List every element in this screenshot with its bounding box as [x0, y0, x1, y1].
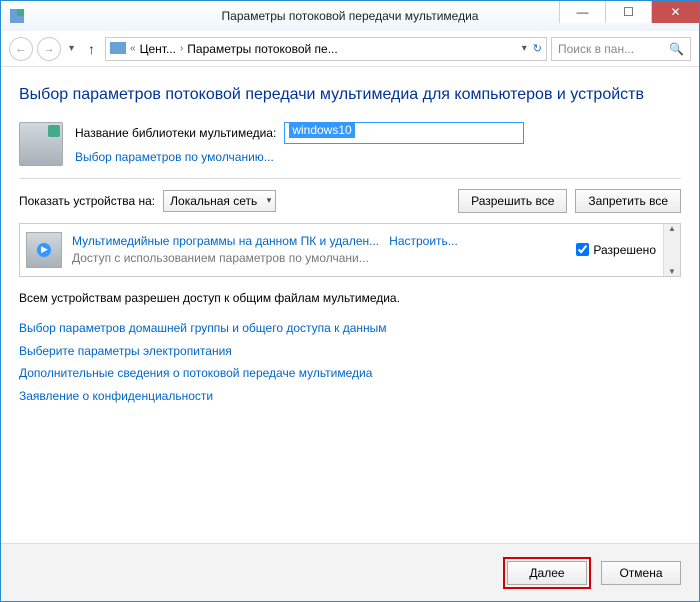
show-devices-label: Показать устройства на: — [19, 194, 155, 208]
nav-toolbar: ← → ▾ ↑ « Цент... › Параметры потоковой … — [1, 31, 699, 67]
cancel-button[interactable]: Отмена — [601, 561, 681, 585]
chevron-right-icon: › — [178, 43, 185, 54]
related-links: Выбор параметров домашней группы и общег… — [19, 317, 681, 408]
allow-all-button[interactable]: Разрешить все — [458, 189, 567, 213]
search-icon: 🔍 — [669, 42, 684, 56]
page-heading: Выбор параметров потоковой передачи муль… — [19, 85, 681, 106]
power-link[interactable]: Выберите параметры электропитания — [19, 340, 681, 363]
forward-button[interactable]: → — [37, 37, 61, 61]
device-row[interactable]: Мультимедийные программы на данном ПК и … — [72, 233, 566, 267]
scrollbar[interactable]: ▲▼ — [663, 224, 680, 276]
show-devices-row: Показать устройства на: Локальная сеть Р… — [19, 189, 681, 213]
device-name: Мультимедийные программы на данном ПК и … — [72, 234, 379, 248]
breadcrumb-item[interactable]: Цент... — [140, 42, 176, 56]
title-bar: Параметры потоковой передачи мультимедиа… — [1, 1, 699, 31]
homegroup-link[interactable]: Выбор параметров домашней группы и общег… — [19, 317, 681, 340]
library-name-input[interactable]: windows10 — [284, 122, 524, 144]
info-link[interactable]: Дополнительные сведения о потоковой пере… — [19, 362, 681, 385]
address-bar[interactable]: « Цент... › Параметры потоковой пе... ▾ … — [105, 37, 547, 61]
network-select[interactable]: Локальная сеть — [163, 190, 276, 212]
app-icon — [9, 8, 25, 24]
divider — [19, 178, 681, 179]
footer-bar: Далее Отмена — [1, 543, 699, 601]
status-text: Всем устройствам разрешен доступ к общим… — [19, 291, 681, 305]
scroll-up-icon: ▲ — [668, 224, 676, 233]
device-list: Мультимедийные программы на данном ПК и … — [19, 223, 681, 277]
minimize-button[interactable]: — — [559, 1, 605, 23]
content-area: Выбор параметров потоковой передачи муль… — [1, 67, 699, 408]
allowed-checkbox[interactable] — [576, 243, 589, 256]
scroll-down-icon: ▼ — [668, 267, 676, 276]
breadcrumb-item[interactable]: Параметры потоковой пе... — [187, 42, 337, 56]
search-input[interactable]: Поиск в пан... 🔍 — [551, 37, 691, 61]
block-all-button[interactable]: Запретить все — [575, 189, 681, 213]
next-button[interactable]: Далее — [507, 561, 587, 585]
back-button[interactable]: ← — [9, 37, 33, 61]
folder-icon — [110, 40, 126, 57]
maximize-button[interactable]: ☐ — [605, 1, 651, 23]
device-desc: Доступ с использованием параметров по ум… — [72, 251, 369, 265]
privacy-link[interactable]: Заявление о конфиденциальности — [19, 385, 681, 408]
history-chevron-icon[interactable]: ▾ — [65, 43, 78, 54]
allowed-label: Разрешено — [593, 243, 656, 257]
library-icon — [19, 122, 63, 166]
window-title: Параметры потоковой передачи мультимедиа — [222, 9, 479, 23]
up-button[interactable]: ↑ — [82, 41, 101, 57]
library-name-value: windows10 — [289, 122, 354, 138]
device-configure-link[interactable]: Настроить... — [389, 234, 458, 248]
breadcrumb-sep-icon: « — [128, 43, 138, 54]
defaults-link[interactable]: Выбор параметров по умолчанию... — [75, 150, 681, 164]
highlight-annotation: Далее — [503, 557, 591, 589]
library-block: Название библиотеки мультимедиа: windows… — [19, 122, 681, 166]
library-name-label: Название библиотеки мультимедиа: — [75, 126, 276, 140]
close-button[interactable]: ✕ — [651, 1, 699, 23]
chevron-down-icon[interactable]: ▾ — [522, 43, 527, 54]
device-icon — [26, 232, 62, 268]
search-placeholder: Поиск в пан... — [558, 42, 634, 56]
refresh-icon[interactable]: ↻ — [533, 42, 542, 55]
